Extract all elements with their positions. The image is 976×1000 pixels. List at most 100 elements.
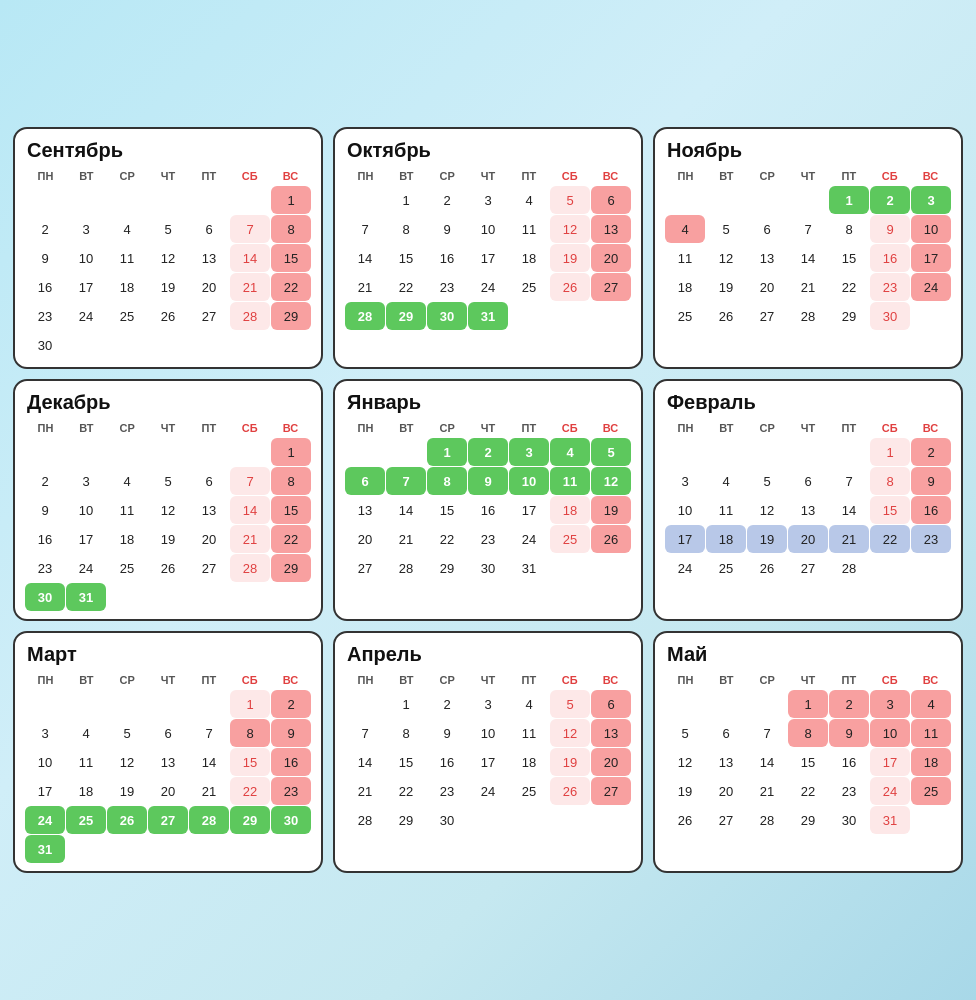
day-cell-23: 23: [870, 273, 910, 301]
month-title-3: Декабрь: [25, 391, 311, 414]
day-cell-24: 24: [468, 777, 508, 805]
day-cell-1: 1: [788, 690, 828, 718]
empty-cell: [25, 690, 65, 718]
day-cell-24: 24: [66, 554, 106, 582]
empty-cell: [345, 186, 385, 214]
day-cell-20: 20: [189, 525, 229, 553]
day-header-ВС: ВС: [270, 168, 311, 184]
day-cell-4: 4: [509, 690, 549, 718]
empty-cell: [66, 690, 106, 718]
day-cell-31: 31: [66, 583, 106, 611]
day-cell-29: 29: [271, 554, 311, 582]
day-cell-12: 12: [107, 748, 147, 776]
day-header-СР: СР: [107, 168, 148, 184]
day-cell-4: 4: [107, 467, 147, 495]
day-cell-26: 26: [706, 302, 746, 330]
day-cell-2: 2: [468, 438, 508, 466]
day-cell-7: 7: [189, 719, 229, 747]
day-cell-24: 24: [911, 273, 951, 301]
day-cell-29: 29: [230, 806, 270, 834]
month-title-7: Апрель: [345, 643, 631, 666]
day-header-СБ: СБ: [229, 672, 270, 688]
day-cell-17: 17: [468, 748, 508, 776]
day-headers-4: ПНВТСРЧТПТСБВС: [345, 420, 631, 436]
day-cell-8: 8: [829, 215, 869, 243]
day-cell-19: 19: [550, 748, 590, 776]
day-cell-15: 15: [788, 748, 828, 776]
day-cell-6: 6: [148, 719, 188, 747]
day-cell-26: 26: [550, 777, 590, 805]
day-cell-18: 18: [509, 244, 549, 272]
day-cell-22: 22: [870, 525, 910, 553]
day-cell-9: 9: [271, 719, 311, 747]
month-card-6: МартПНВТСРЧТПТСБВС1234567891011121314151…: [13, 631, 323, 873]
day-cell-22: 22: [230, 777, 270, 805]
day-cell-17: 17: [870, 748, 910, 776]
day-cell-18: 18: [550, 496, 590, 524]
day-cell-18: 18: [107, 273, 147, 301]
day-cell-1: 1: [386, 186, 426, 214]
day-cell-24: 24: [665, 554, 705, 582]
day-header-ВТ: ВТ: [66, 672, 107, 688]
day-cell-4: 4: [66, 719, 106, 747]
day-cell-16: 16: [25, 273, 65, 301]
day-cell-9: 9: [427, 215, 467, 243]
empty-cell: [345, 690, 385, 718]
day-cell-8: 8: [271, 467, 311, 495]
day-header-ПТ: ПТ: [188, 672, 229, 688]
day-cell-10: 10: [25, 748, 65, 776]
day-cell-7: 7: [386, 467, 426, 495]
day-header-СБ: СБ: [229, 420, 270, 436]
day-header-ПТ: ПТ: [828, 672, 869, 688]
day-cell-5: 5: [148, 215, 188, 243]
empty-cell: [747, 186, 787, 214]
day-header-ВС: ВС: [590, 672, 631, 688]
empty-cell: [665, 438, 705, 466]
day-header-СР: СР: [427, 168, 468, 184]
month-title-8: Май: [665, 643, 951, 666]
day-header-ВТ: ВТ: [706, 420, 747, 436]
day-cell-19: 19: [706, 273, 746, 301]
day-cell-25: 25: [107, 302, 147, 330]
day-cell-3: 3: [66, 215, 106, 243]
days-grid-4: 1234567891011121314151617181920212223242…: [345, 438, 631, 582]
day-cell-13: 13: [788, 496, 828, 524]
day-cell-19: 19: [148, 273, 188, 301]
day-headers-5: ПНВТСРЧТПТСБВС: [665, 420, 951, 436]
day-cell-25: 25: [107, 554, 147, 582]
day-cell-6: 6: [189, 215, 229, 243]
day-cell-18: 18: [665, 273, 705, 301]
day-header-СР: СР: [107, 420, 148, 436]
day-header-ЧТ: ЧТ: [468, 672, 509, 688]
day-header-ВС: ВС: [270, 672, 311, 688]
day-cell-13: 13: [747, 244, 787, 272]
month-card-0: СентябрьПНВТСРЧТПТСБВС123456789101112131…: [13, 127, 323, 369]
day-header-ПН: ПН: [345, 168, 386, 184]
day-header-СР: СР: [427, 672, 468, 688]
day-cell-6: 6: [591, 186, 631, 214]
day-cell-10: 10: [509, 467, 549, 495]
day-cell-28: 28: [386, 554, 426, 582]
day-cell-26: 26: [591, 525, 631, 553]
day-cell-1: 1: [230, 690, 270, 718]
day-cell-11: 11: [550, 467, 590, 495]
day-cell-25: 25: [706, 554, 746, 582]
day-cell-12: 12: [747, 496, 787, 524]
day-header-СР: СР: [747, 672, 788, 688]
day-header-ВС: ВС: [590, 168, 631, 184]
day-cell-2: 2: [25, 215, 65, 243]
empty-cell: [107, 690, 147, 718]
day-cell-25: 25: [509, 777, 549, 805]
day-cell-2: 2: [25, 467, 65, 495]
day-cell-15: 15: [427, 496, 467, 524]
day-cell-9: 9: [468, 467, 508, 495]
day-cell-18: 18: [911, 748, 951, 776]
day-cell-21: 21: [345, 273, 385, 301]
day-cell-30: 30: [25, 331, 65, 359]
day-cell-10: 10: [66, 496, 106, 524]
day-cell-11: 11: [107, 244, 147, 272]
empty-cell: [189, 186, 229, 214]
empty-cell: [66, 186, 106, 214]
day-cell-6: 6: [591, 690, 631, 718]
day-header-СБ: СБ: [549, 168, 590, 184]
